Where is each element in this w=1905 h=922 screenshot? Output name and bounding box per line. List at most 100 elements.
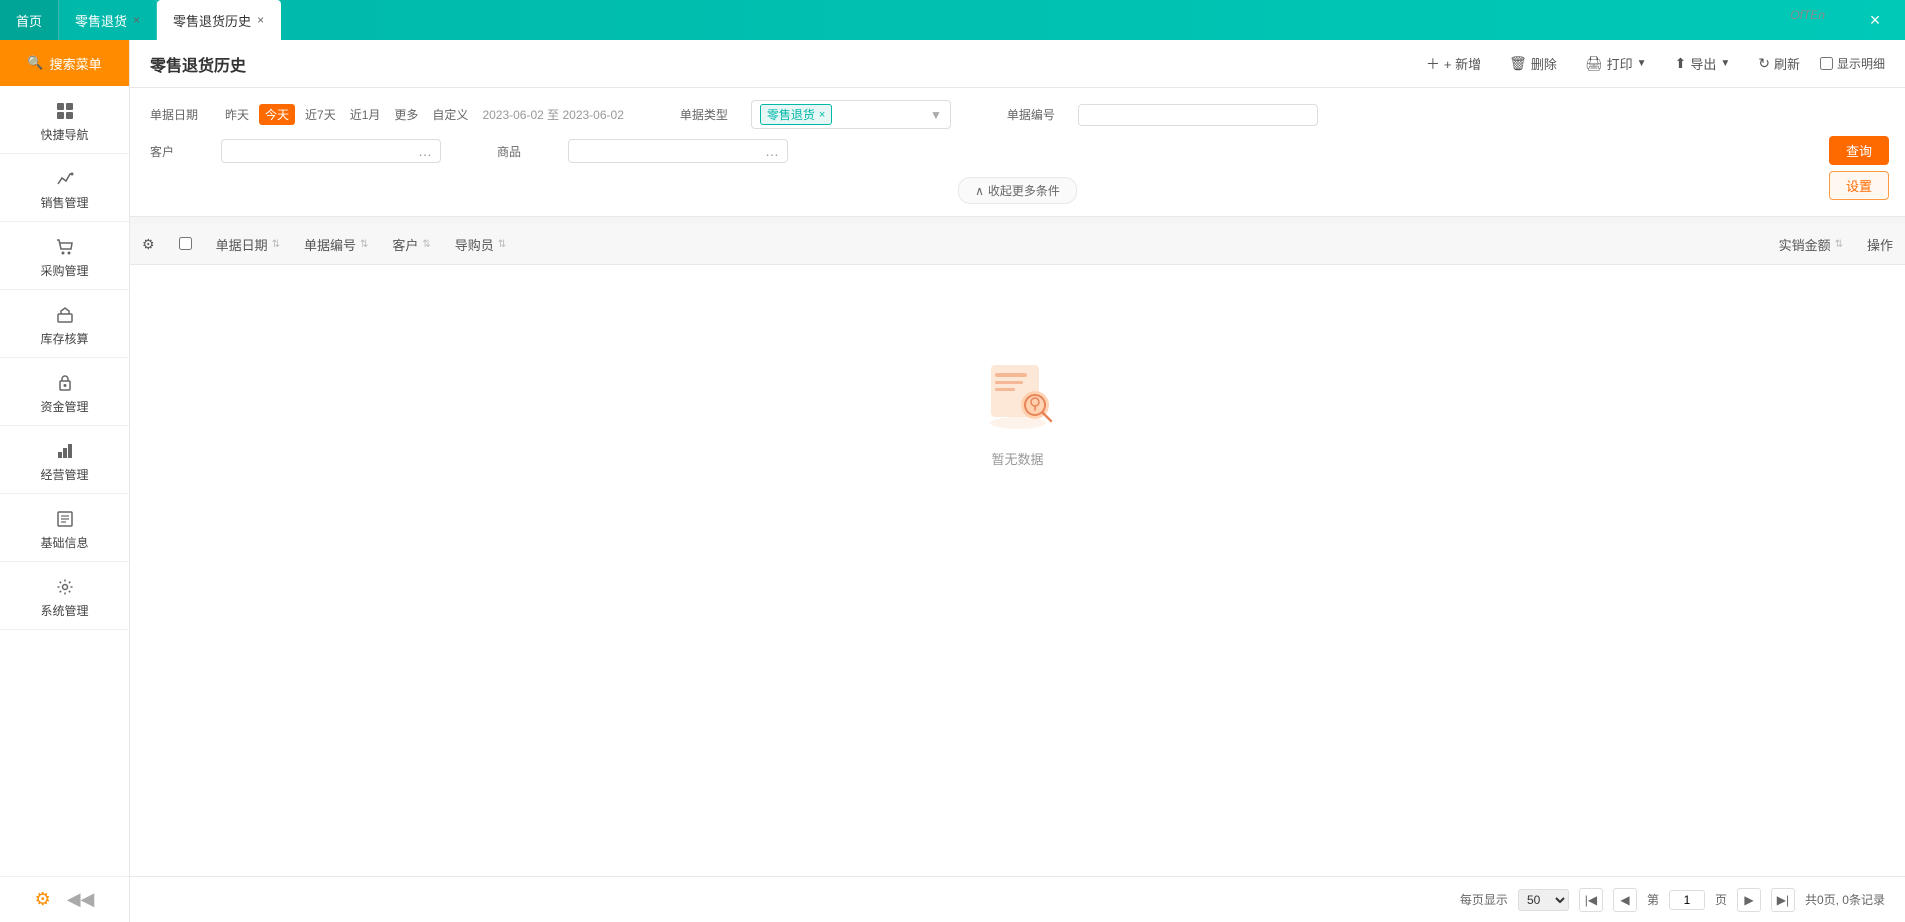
- th-guide-sort-icon[interactable]: ⇅: [498, 239, 506, 250]
- quick-nav-icon: [54, 100, 76, 122]
- finance-icon: [54, 372, 76, 394]
- th-amount: 实销金额 ⇅: [1767, 225, 1855, 265]
- customer-ellipsis: …: [418, 143, 432, 159]
- collapse-label: 收起更多条件: [988, 182, 1060, 199]
- new-button[interactable]: ＋ + 新增: [1418, 50, 1489, 78]
- th-amount-sort-icon[interactable]: ⇅: [1835, 239, 1843, 250]
- sidebar-item-operations-label: 经营管理: [40, 466, 88, 483]
- th-number-sort-icon[interactable]: ⇅: [360, 239, 368, 250]
- collapse-up-icon: ∧: [975, 184, 984, 198]
- sidebar-item-system[interactable]: 系统管理: [0, 562, 129, 630]
- select-all-checkbox[interactable]: [179, 237, 192, 250]
- refresh-icon: ↻: [1758, 55, 1770, 72]
- sidebar-item-basic-info[interactable]: 基础信息: [0, 494, 129, 562]
- date-btn-7days[interactable]: 近7天: [301, 104, 340, 125]
- delete-label: 删除: [1531, 54, 1557, 73]
- table-settings-icon[interactable]: ⚙: [142, 236, 155, 252]
- th-number-label: 单据编号: [304, 235, 356, 254]
- top-bar: 首页 零售退货 × 零售退货历史 × OfTEn ×: [0, 0, 1905, 40]
- date-btn-yesterday[interactable]: 昨天: [221, 104, 253, 125]
- settings-button[interactable]: 设置: [1829, 171, 1889, 200]
- sidebar-search[interactable]: 🔍 搜索菜单: [0, 40, 129, 86]
- type-filter-select[interactable]: 零售退货 × ▼: [751, 100, 951, 129]
- page-prev-button[interactable]: ◀: [1613, 888, 1637, 912]
- print-label: 打印: [1607, 54, 1633, 73]
- export-button[interactable]: ⬆ 导出 ▼: [1667, 50, 1739, 77]
- doc-number-input[interactable]: [1078, 104, 1318, 126]
- settings-label: 设置: [1846, 176, 1872, 195]
- sidebar-item-purchase[interactable]: 采购管理: [0, 222, 129, 290]
- sales-icon: [54, 168, 76, 190]
- empty-text: 暂无数据: [991, 449, 1043, 468]
- sidebar-bottom: ⚙ ◀◀: [0, 876, 129, 922]
- empty-state: 暂无数据: [130, 265, 1905, 548]
- date-btn-1month[interactable]: 近1月: [346, 104, 385, 125]
- content-area: 零售退货历史 ＋ + 新增 🗑 删除 🖨 打印 ▼ ⬆ 导出: [130, 40, 1905, 922]
- page-size-label: 每页显示: [1460, 891, 1508, 908]
- page-last-button[interactable]: ▶|: [1771, 888, 1795, 912]
- type-filter-label: 单据类型: [680, 106, 735, 123]
- audio-bottom-icon[interactable]: ◀◀: [67, 889, 95, 910]
- pagination: 每页显示 50 20 100 |◀ ◀ 第 页 ▶ ▶| 共0页, 0条记录: [130, 876, 1905, 922]
- tab-home[interactable]: 首页: [0, 0, 59, 40]
- sidebar-item-operations[interactable]: 经营管理: [0, 426, 129, 494]
- collapse-button[interactable]: ∧ 收起更多条件: [958, 177, 1077, 204]
- filter-row-1: 单据日期 昨天 今天 近7天 近1月 更多 自定义 2023-06-02 至 2…: [150, 100, 1885, 129]
- page-next-button[interactable]: ▶: [1737, 888, 1761, 912]
- sidebar-item-inventory[interactable]: 库存核算: [0, 290, 129, 358]
- page-size-select[interactable]: 50 20 100: [1518, 889, 1569, 911]
- page-word: 第: [1647, 891, 1659, 908]
- sidebar-item-inventory-label: 库存核算: [40, 330, 88, 347]
- often-badge: OfTEn: [1790, 8, 1825, 22]
- tab-retail-return-label: 零售退货: [75, 11, 127, 30]
- goods-ellipsis: …: [765, 143, 779, 159]
- th-settings[interactable]: ⚙: [130, 225, 167, 265]
- date-btn-custom[interactable]: 自定义: [428, 104, 472, 125]
- print-dropdown-icon: ▼: [1637, 58, 1647, 69]
- tab-retail-return[interactable]: 零售退货 ×: [59, 0, 157, 40]
- query-button[interactable]: 查询: [1829, 136, 1889, 165]
- th-spacer: [518, 225, 1766, 265]
- customer-filter-input[interactable]: …: [221, 139, 441, 163]
- page-title: 零售退货历史: [150, 52, 1418, 76]
- show-detail-checkbox[interactable]: 显示明细: [1820, 55, 1885, 72]
- refresh-button[interactable]: ↻ 刷新: [1750, 50, 1808, 77]
- date-btn-more[interactable]: 更多: [390, 104, 422, 125]
- page-number-input[interactable]: [1669, 890, 1705, 910]
- type-select-arrow: ▼: [930, 108, 942, 122]
- tab-retail-return-history-close[interactable]: ×: [257, 13, 264, 27]
- show-detail-label: 显示明细: [1837, 55, 1885, 72]
- th-number: 单据编号 ⇅: [292, 225, 380, 265]
- date-btn-today[interactable]: 今天: [259, 104, 295, 125]
- tab-retail-return-history[interactable]: 零售退货历史 ×: [157, 0, 281, 40]
- goods-filter-input[interactable]: …: [568, 139, 788, 163]
- sidebar-item-sales[interactable]: 销售管理: [0, 154, 129, 222]
- type-tag-close[interactable]: ×: [819, 109, 825, 121]
- th-guide: 导购员 ⇅: [443, 225, 518, 265]
- tab-retail-return-close[interactable]: ×: [133, 13, 140, 27]
- th-customer-sort-icon[interactable]: ⇅: [422, 239, 430, 250]
- export-dropdown-icon: ▼: [1720, 58, 1730, 69]
- th-amount-label: 实销金额: [1779, 235, 1831, 254]
- th-date-sort-icon[interactable]: ⇅: [272, 239, 280, 250]
- page-first-button[interactable]: |◀: [1579, 888, 1603, 912]
- th-checkbox[interactable]: [167, 225, 204, 265]
- query-label: 查询: [1846, 141, 1872, 160]
- export-label: 导出: [1690, 54, 1716, 73]
- sidebar: 🔍 搜索菜单 快捷导航 销售管理 采购管理 库存核算: [0, 40, 130, 922]
- sidebar-item-quick-nav[interactable]: 快捷导航: [0, 86, 129, 154]
- settings-bottom-icon[interactable]: ⚙: [35, 889, 51, 910]
- operations-icon: [54, 440, 76, 462]
- sidebar-item-finance[interactable]: 资金管理: [0, 358, 129, 426]
- show-detail-input[interactable]: [1820, 57, 1833, 70]
- window-close-button[interactable]: ×: [1861, 6, 1889, 34]
- toolbar: ＋ + 新增 🗑 删除 🖨 打印 ▼ ⬆ 导出 ▼: [1418, 50, 1885, 78]
- new-icon: ＋: [1426, 54, 1440, 74]
- tab-list: 首页 零售退货 × 零售退货历史 ×: [0, 0, 1845, 40]
- delete-button[interactable]: 🗑 删除: [1501, 50, 1565, 77]
- delete-icon: 🗑: [1509, 55, 1527, 72]
- filter-row-2: 客户 … 商品 …: [150, 139, 1885, 163]
- th-customer: 客户 ⇅: [380, 225, 442, 265]
- sidebar-item-finance-label: 资金管理: [40, 398, 88, 415]
- print-button[interactable]: 🖨 打印 ▼: [1577, 50, 1655, 77]
